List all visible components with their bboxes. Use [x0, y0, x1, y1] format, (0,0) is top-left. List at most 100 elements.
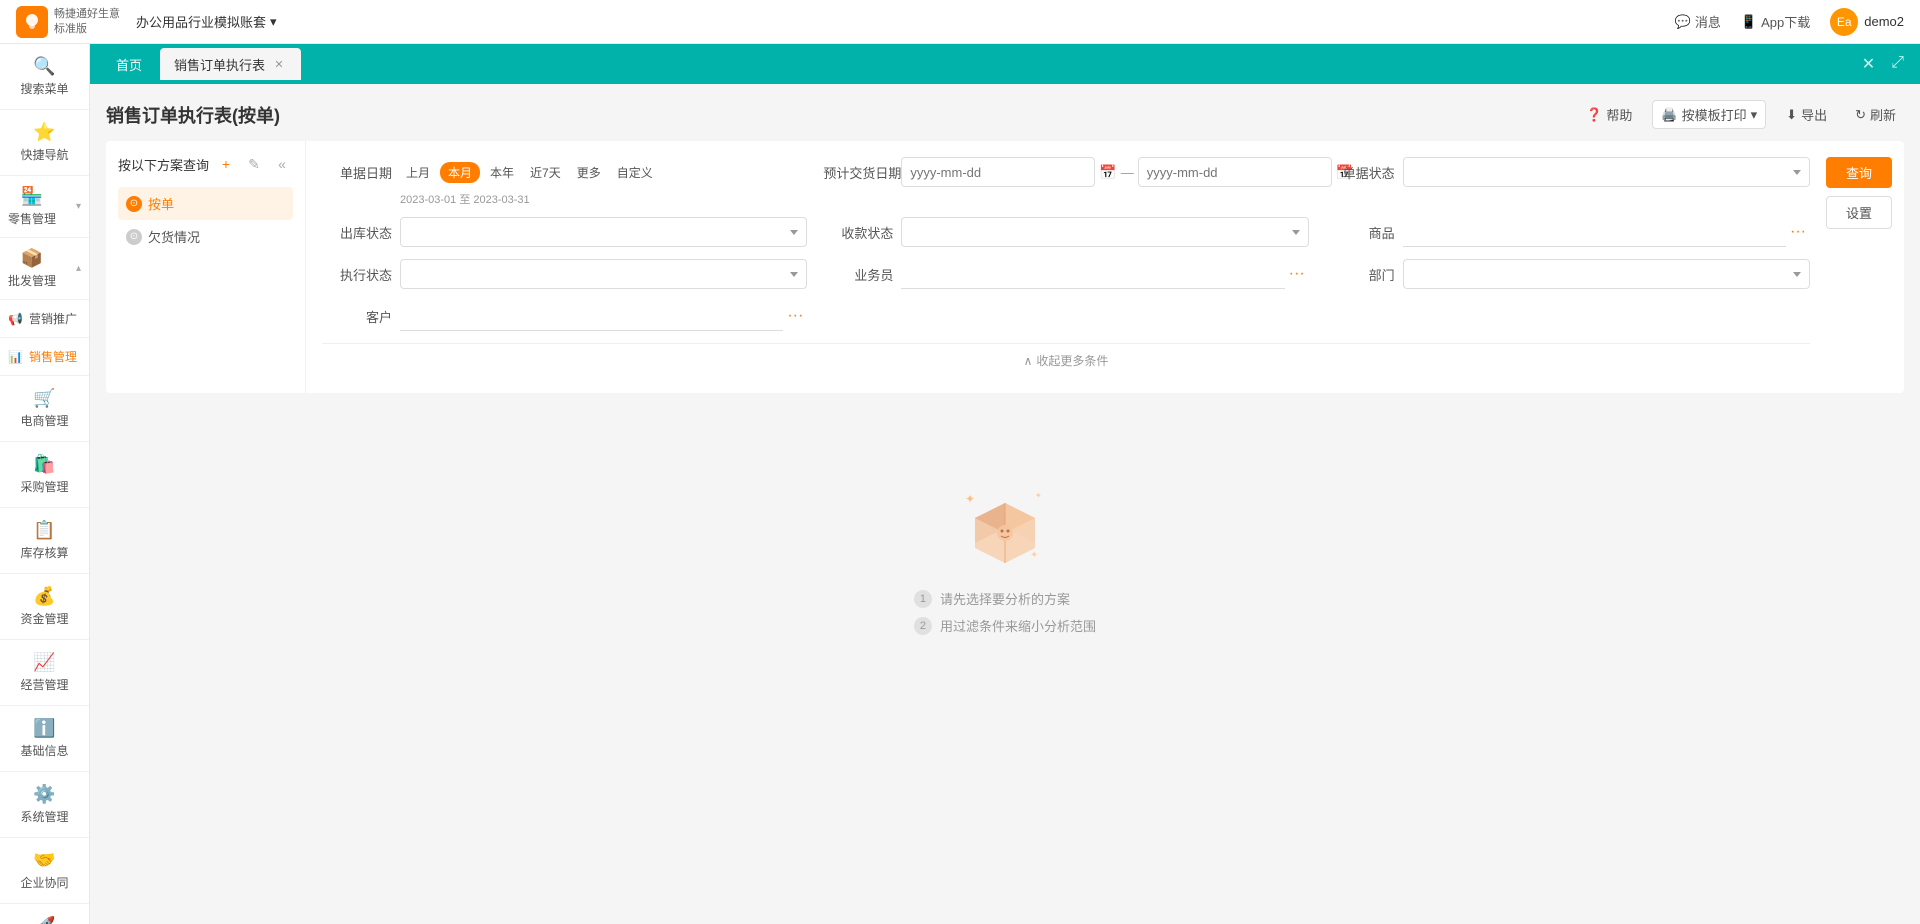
collapse-bar[interactable]: ∧ 收起更多条件	[322, 343, 1810, 377]
status-label: 单据状态	[1325, 163, 1395, 182]
svg-text:✦: ✦	[1030, 550, 1038, 561]
enterprise-selector[interactable]: 办公用品行业模拟账套 ▾	[128, 8, 285, 35]
sidebar-item-retail[interactable]: 🏪 零售管理 ▾	[0, 176, 89, 238]
date-tab-this-month[interactable]: 本月	[440, 162, 480, 183]
filter-date-item: 单据日期 上月 本月 本年 近7天 更多 自定义	[322, 162, 807, 183]
refresh-btn[interactable]: ↻ 刷新	[1847, 101, 1904, 128]
sidebar-item-wholesale[interactable]: 📦 批发管理 ▴	[0, 238, 89, 300]
collection-select[interactable]	[901, 217, 1308, 247]
outbound-select[interactable]	[400, 217, 807, 247]
system-label: 系统管理	[20, 808, 68, 825]
filter-row-3: 执行状态 业务员 ···	[322, 259, 1810, 289]
customer-input[interactable]	[400, 301, 783, 331]
expected-date-from[interactable]	[901, 157, 1095, 187]
debt-label: 欠货情况	[148, 227, 200, 246]
sidebar-item-newbie[interactable]: 🚀 新手引导	[0, 904, 89, 924]
sidebar-item-basic[interactable]: ℹ️ 基础信息	[0, 706, 89, 772]
tab-home[interactable]: 首页	[102, 48, 156, 80]
expected-date-to[interactable]	[1138, 157, 1332, 187]
customer-more-icon[interactable]: ···	[783, 307, 807, 325]
sidebar-item-ecommerce[interactable]: 🛒 电商管理	[0, 376, 89, 442]
sales-label: 销售管理	[29, 348, 77, 365]
tab-sales-order[interactable]: 销售订单执行表 ✕	[160, 48, 301, 80]
date-range-display: 2023-03-01 至 2023-03-31	[322, 191, 1810, 207]
print-btn[interactable]: 🖨️ 按模板打印 ▾	[1652, 100, 1766, 129]
left-nav-order[interactable]: ⊙ 按单	[118, 187, 293, 220]
sidebar-item-quick-nav[interactable]: ⭐ 快捷导航	[0, 110, 89, 176]
empty-state: ✦ ✦ ✦ 1 请先选择要分析的方案	[106, 393, 1904, 715]
tip-num-1: 1	[914, 590, 932, 608]
sidebar-item-search-menu[interactable]: 🔍 搜索菜单	[0, 44, 89, 110]
left-panel-add-btn[interactable]: +	[215, 153, 237, 175]
purchase-label: 采购管理	[20, 478, 68, 495]
tab-home-label: 首页	[116, 55, 142, 74]
date-tab-7days[interactable]: 近7天	[524, 162, 567, 183]
quick-nav-label: 快捷导航	[20, 146, 68, 163]
date-tab-custom[interactable]: 自定义	[611, 162, 659, 183]
goods-input[interactable]	[1403, 217, 1786, 247]
left-panel-collapse-btn[interactable]: «	[271, 153, 293, 175]
sidebar-item-finance[interactable]: 💰 资金管理	[0, 574, 89, 640]
goods-more-icon[interactable]: ···	[1786, 223, 1810, 241]
tab-close-icon[interactable]: ✕	[271, 56, 287, 72]
page-title: 销售订单执行表(按单)	[106, 102, 280, 128]
empty-tips: 1 请先选择要分析的方案 2 用过滤条件来缩小分析范围	[914, 589, 1096, 635]
date-tab-last-month[interactable]: 上月	[400, 162, 436, 183]
tab-bar-right: ✕ ⤢	[1858, 50, 1908, 78]
export-btn[interactable]: ⬇ 导出	[1778, 101, 1835, 128]
sidebar-item-operations[interactable]: 📈 经营管理	[0, 640, 89, 706]
tab-close-all-btn[interactable]: ✕	[1858, 50, 1879, 78]
app-download-action[interactable]: 📱 App下载	[1741, 12, 1810, 31]
help-btn[interactable]: ❓ 帮助	[1578, 101, 1640, 128]
status-control	[1403, 157, 1810, 187]
enterprise-label: 企业协同	[20, 874, 68, 891]
tab-expand-btn[interactable]: ⤢	[1887, 50, 1908, 78]
dept-select[interactable]	[1403, 259, 1810, 289]
salesman-more-icon[interactable]: ···	[1285, 265, 1309, 283]
left-nav-debt[interactable]: ⊙ 欠货情况	[118, 220, 293, 253]
enterprise-arrow-icon: ▾	[270, 14, 277, 30]
sidebar-item-system[interactable]: ⚙️ 系统管理	[0, 772, 89, 838]
left-panel-edit-btn[interactable]: ✎	[243, 153, 265, 175]
logo-area: 畅捷通好生意 标准版	[16, 6, 120, 38]
outbound-label: 出库状态	[322, 223, 392, 242]
inventory-icon: 📋	[33, 520, 55, 541]
filter-customer-item: 客户 ···	[322, 301, 807, 331]
filter-collection-item: 收款状态	[823, 217, 1308, 247]
date-tab-more[interactable]: 更多	[571, 162, 607, 183]
salesman-control: ···	[901, 259, 1308, 289]
sidebar-item-enterprise[interactable]: 🤝 企业协同	[0, 838, 89, 904]
app-download-label: App下载	[1761, 12, 1810, 31]
help-icon: ❓	[1586, 107, 1602, 123]
enterprise-name: 办公用品行业模拟账套	[136, 12, 266, 31]
salesman-input[interactable]	[901, 259, 1284, 289]
sidebar-item-inventory[interactable]: 📋 库存核算	[0, 508, 89, 574]
execution-select[interactable]	[400, 259, 807, 289]
tab-sales-order-label: 销售订单执行表	[174, 55, 265, 74]
filter-execution-item: 执行状态	[322, 259, 807, 289]
user-name: demo2	[1864, 14, 1904, 29]
sidebar: 🔍 搜索菜单 ⭐ 快捷导航 🏪 零售管理 ▾ 📦 批发管理 ▴ 📢 营销推广	[0, 44, 90, 924]
refresh-label: 刷新	[1870, 105, 1896, 124]
enterprise-icon: 🤝	[33, 850, 55, 871]
finance-icon: 💰	[33, 586, 55, 607]
page-title-bar: 销售订单执行表(按单) ❓ 帮助 🖨️ 按模板打印 ▾ ⬇ 导出	[106, 100, 1904, 129]
expected-date-from-calendar-icon[interactable]: 📅	[1099, 164, 1116, 181]
message-action[interactable]: 💬 消息	[1675, 12, 1721, 31]
user-info[interactable]: Ea demo2	[1830, 8, 1904, 36]
filter-expected-date-item: 预计交货日期 📅 — 📅	[823, 157, 1308, 187]
refresh-icon: ↻	[1855, 107, 1866, 123]
sidebar-item-purchase[interactable]: 🛍️ 采购管理	[0, 442, 89, 508]
filter-main-panel: 单据日期 上月 本月 本年 近7天 更多 自定义	[306, 141, 1826, 393]
sidebar-subitem-marketing[interactable]: 📢 营销推广	[0, 300, 89, 338]
basic-icon: ℹ️	[33, 718, 55, 739]
query-button[interactable]: 查询	[1826, 157, 1892, 188]
date-tab-this-year[interactable]: 本年	[484, 162, 520, 183]
outbound-control	[400, 217, 807, 247]
retail-expand-icon: ▾	[76, 201, 81, 212]
status-select[interactable]	[1403, 157, 1810, 187]
settings-button[interactable]: 设置	[1826, 196, 1892, 229]
sidebar-subitem-sales[interactable]: 📊 销售管理	[0, 338, 89, 376]
expected-date-label: 预计交货日期	[823, 163, 893, 182]
purchase-icon: 🛍️	[33, 454, 55, 475]
